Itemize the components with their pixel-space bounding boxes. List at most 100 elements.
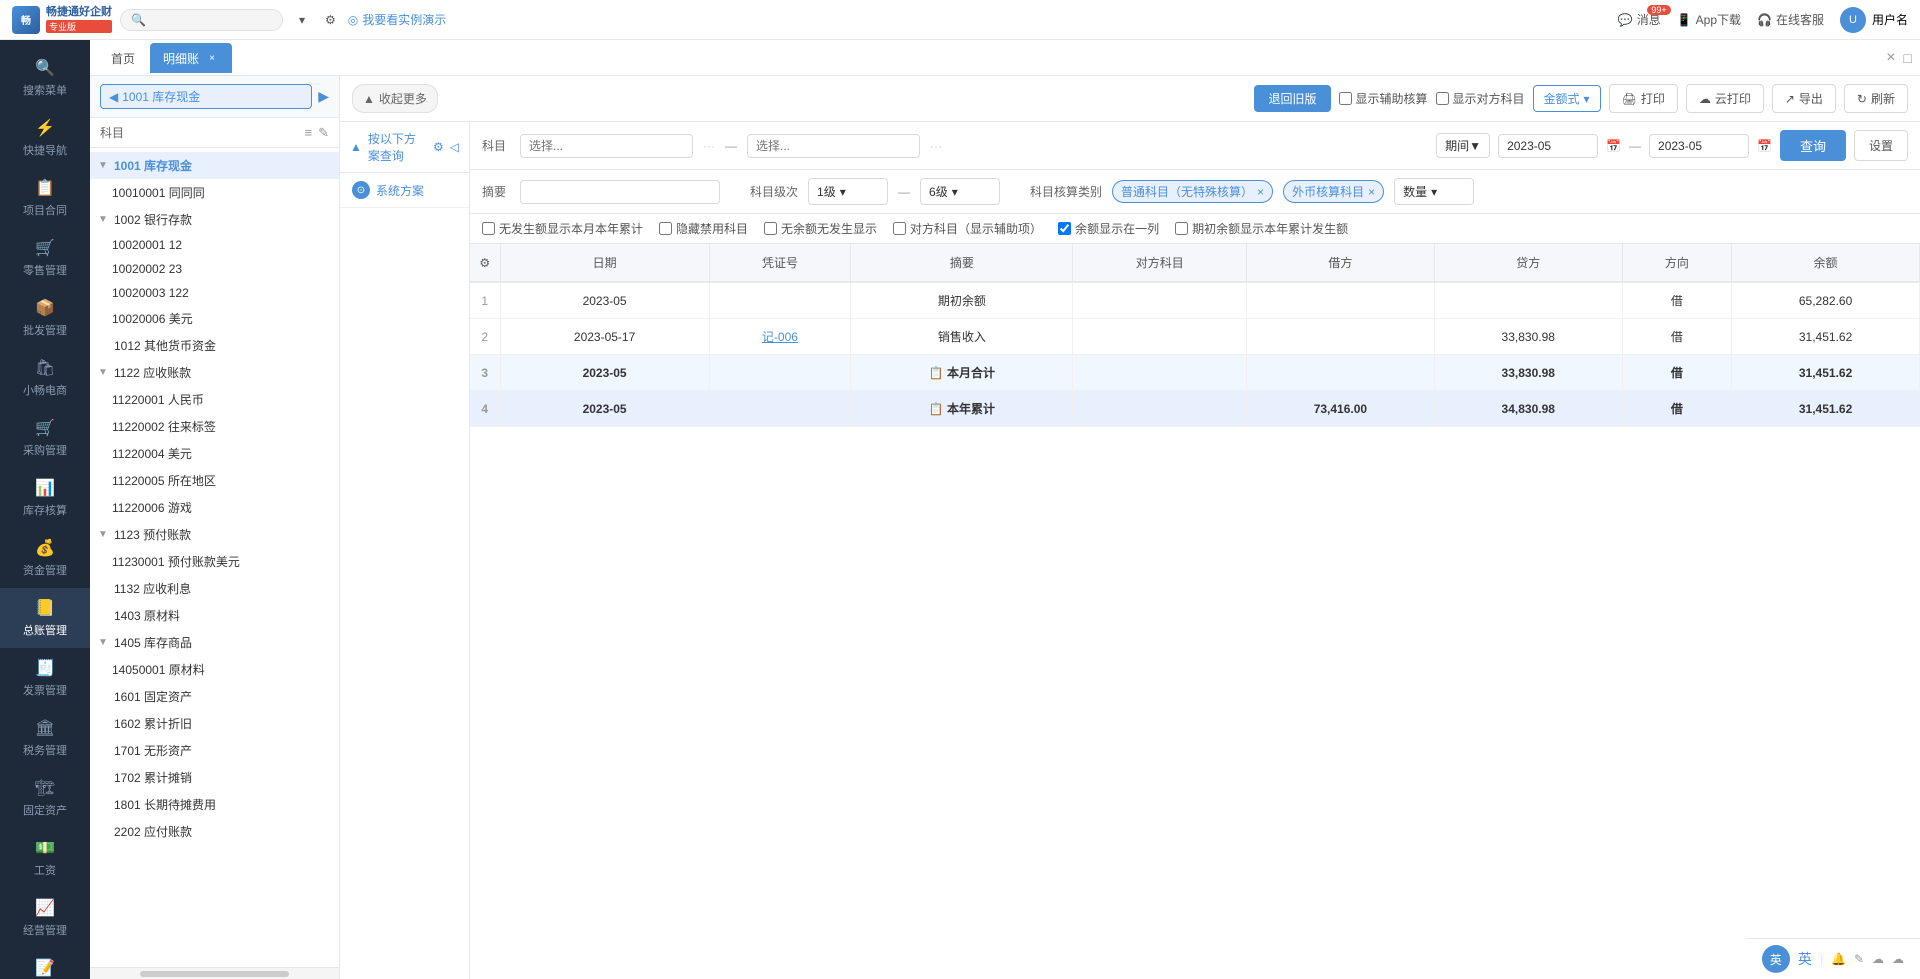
- tree-node-1403[interactable]: 1403 原材料: [90, 602, 339, 629]
- search-input[interactable]: [152, 13, 272, 27]
- system-plan-item[interactable]: ⊙ 系统方案: [340, 173, 469, 208]
- sidebar-item-purchase[interactable]: 🛒 采购管理: [0, 408, 90, 468]
- level-start-select[interactable]: 1级 ▾: [808, 178, 888, 205]
- tree-node-1012[interactable]: 1012 其他货币资金: [90, 332, 339, 359]
- level-end-select[interactable]: 6级 ▾: [920, 178, 1000, 205]
- bottom-icon-1[interactable]: 英: [1798, 949, 1812, 969]
- show-aux-checkbox[interactable]: [1339, 92, 1352, 105]
- subject-selector[interactable]: ◀ 1001 库存现金: [100, 84, 312, 109]
- show-opposite-check[interactable]: 显示对方科目: [1436, 90, 1525, 107]
- sidebar-item-salary[interactable]: 💵 工资: [0, 828, 90, 888]
- tree-node-1702[interactable]: 1702 累计摊销: [90, 764, 339, 791]
- sidebar-item-ledger[interactable]: 📒 总账管理: [0, 588, 90, 648]
- tree-node-11220001[interactable]: 11220001 人民币: [90, 386, 339, 413]
- tree-node-11220005[interactable]: 11220005 所在地区: [90, 467, 339, 494]
- quantity-select[interactable]: 数量 ▾: [1394, 178, 1474, 205]
- tab-close-icon[interactable]: ×: [205, 51, 219, 65]
- tab-detail-ledger[interactable]: 明细账 ×: [150, 43, 232, 73]
- sidebar-item-finance[interactable]: 💰 资金管理: [0, 528, 90, 588]
- opt-hide-disabled[interactable]: 隐藏禁用科目: [659, 220, 748, 237]
- tree-node-14050001[interactable]: 14050001 原材料: [90, 656, 339, 683]
- tree-node-1002[interactable]: ▼ 1002 银行存款: [90, 206, 339, 233]
- amount-format-btn[interactable]: 金额式 ▾: [1533, 85, 1601, 112]
- bottom-icon-5[interactable]: ☁: [1892, 952, 1904, 966]
- sidebar-item-invoice[interactable]: 🧾 发票管理: [0, 648, 90, 708]
- tree-node-10010001[interactable]: 10010001 同同同: [90, 179, 339, 206]
- sidebar-item-tax[interactable]: 🏛 税务管理: [0, 708, 90, 768]
- tab-home[interactable]: 首页: [98, 43, 148, 73]
- query-expand-header[interactable]: ▲ 按以下方案查询 ⚙ ◁: [340, 122, 469, 173]
- sidebar-item-wholesale[interactable]: 📦 批发管理: [0, 288, 90, 348]
- refresh-btn[interactable]: ↻ 刷新: [1844, 84, 1908, 113]
- tree-node-1801[interactable]: 1801 长期待摊费用: [90, 791, 339, 818]
- user-area[interactable]: U 用户名: [1840, 7, 1908, 33]
- sidebar-item-assets[interactable]: 🏗 固定资产: [0, 768, 90, 828]
- bottom-icon-2[interactable]: 🔔: [1831, 952, 1846, 966]
- opt-balance-one-col-cb[interactable]: [1058, 222, 1071, 235]
- sidebar-item-operation[interactable]: 📈 经营管理: [0, 888, 90, 948]
- cloud-print-btn[interactable]: ☁ 云打印: [1686, 84, 1764, 113]
- tree-scroll-bar[interactable]: [90, 967, 339, 979]
- opt-no-balance-cb[interactable]: [482, 222, 495, 235]
- tree-node-11220004[interactable]: 11220004 美元: [90, 440, 339, 467]
- nav-settings[interactable]: ⚙: [317, 9, 344, 31]
- period-select[interactable]: 期间▼: [1436, 133, 1490, 158]
- print-btn[interactable]: 🖨 打印: [1609, 84, 1678, 113]
- category-tag-2[interactable]: 外币核算科目 ×: [1283, 180, 1384, 203]
- tree-node-1602[interactable]: 1602 累计折旧: [90, 710, 339, 737]
- tree-node-1123[interactable]: ▼ 1123 预付账款: [90, 521, 339, 548]
- tree-node-11220002[interactable]: 11220002 往来标签: [90, 413, 339, 440]
- tag-remove-2[interactable]: ×: [1368, 185, 1375, 199]
- period-end-input[interactable]: [1649, 134, 1749, 158]
- query-btn[interactable]: 查询: [1780, 130, 1846, 161]
- period-start-input[interactable]: [1498, 134, 1598, 158]
- subject-filter-input[interactable]: [520, 134, 693, 158]
- window-max-icon[interactable]: □: [1904, 50, 1912, 66]
- tree-node-1405[interactable]: ▼ 1405 库存商品: [90, 629, 339, 656]
- tree-node-1122[interactable]: ▼ 1122 应收账款: [90, 359, 339, 386]
- tree-edit-icon[interactable]: ✎: [318, 125, 329, 141]
- opt-opposite[interactable]: 对方科目（显示辅助项）: [893, 220, 1042, 237]
- tree-node-10020003[interactable]: 10020003 122: [90, 281, 339, 305]
- opt-no-amount-cb[interactable]: [764, 222, 777, 235]
- export-btn[interactable]: ↗ 导出: [1772, 84, 1836, 113]
- opt-opening-ytd-cb[interactable]: [1175, 222, 1188, 235]
- collapse-btn[interactable]: ▲ 收起更多: [352, 84, 438, 113]
- sidebar-item-inventory[interactable]: 📊 库存核算: [0, 468, 90, 528]
- window-close-icon[interactable]: ×: [1886, 49, 1895, 67]
- opt-opening-ytd[interactable]: 期初余额显示本年累计发生额: [1175, 220, 1348, 237]
- tree-node-11220006[interactable]: 11220006 游戏: [90, 494, 339, 521]
- opt-no-amount[interactable]: 无余额无发生显示: [764, 220, 877, 237]
- opt-no-balance[interactable]: 无发生额显示本月本年累计: [482, 220, 643, 237]
- lang-btn[interactable]: 英: [1762, 945, 1790, 973]
- sidebar-item-quick-nav[interactable]: ⚡ 快捷导航: [0, 108, 90, 168]
- subject-filter-end[interactable]: [747, 134, 920, 158]
- back-old-btn[interactable]: 退回旧版: [1254, 85, 1330, 112]
- demo-link[interactable]: ◎ 我要看实例演示: [348, 11, 447, 28]
- sidebar-item-expense[interactable]: 📝 小畅报销: [0, 948, 90, 979]
- table-setting-icon[interactable]: ⚙: [479, 256, 490, 270]
- message-btn[interactable]: 💬 消息 99+: [1618, 11, 1661, 28]
- tree-node-1001[interactable]: ▼ 1001 库存现金: [90, 152, 339, 179]
- category-tag-1[interactable]: 普通科目（无特殊核算） ×: [1112, 180, 1273, 203]
- nav-dropdown[interactable]: ▾: [291, 9, 313, 31]
- app-download-btn[interactable]: 📱 App下载: [1677, 11, 1741, 28]
- summary-input[interactable]: [520, 180, 720, 204]
- tree-node-1132[interactable]: 1132 应收利息: [90, 575, 339, 602]
- tree-node-10020002[interactable]: 10020002 23: [90, 257, 339, 281]
- online-service-btn[interactable]: 🎧 在线客服: [1757, 11, 1824, 28]
- tree-node-10020001[interactable]: 10020001 12: [90, 233, 339, 257]
- tree-node-2202[interactable]: 2202 应付账款: [90, 818, 339, 845]
- voucher-link-2[interactable]: 记-006: [762, 330, 798, 344]
- query-collapse-icon[interactable]: ◁: [450, 140, 459, 154]
- subject-arrow-icon[interactable]: ▶: [318, 88, 329, 105]
- query-settings-icon[interactable]: ⚙: [433, 140, 444, 154]
- tree-node-10020006[interactable]: 10020006 美元: [90, 305, 339, 332]
- opt-opposite-cb[interactable]: [893, 222, 906, 235]
- tree-node-1601[interactable]: 1601 固定资产: [90, 683, 339, 710]
- bottom-icon-4[interactable]: ☁: [1872, 952, 1884, 966]
- th-setting[interactable]: ⚙: [470, 244, 500, 282]
- tree-node-1701[interactable]: 1701 无形资产: [90, 737, 339, 764]
- show-opposite-checkbox[interactable]: [1436, 92, 1449, 105]
- show-aux-check[interactable]: 显示辅助核算: [1339, 90, 1428, 107]
